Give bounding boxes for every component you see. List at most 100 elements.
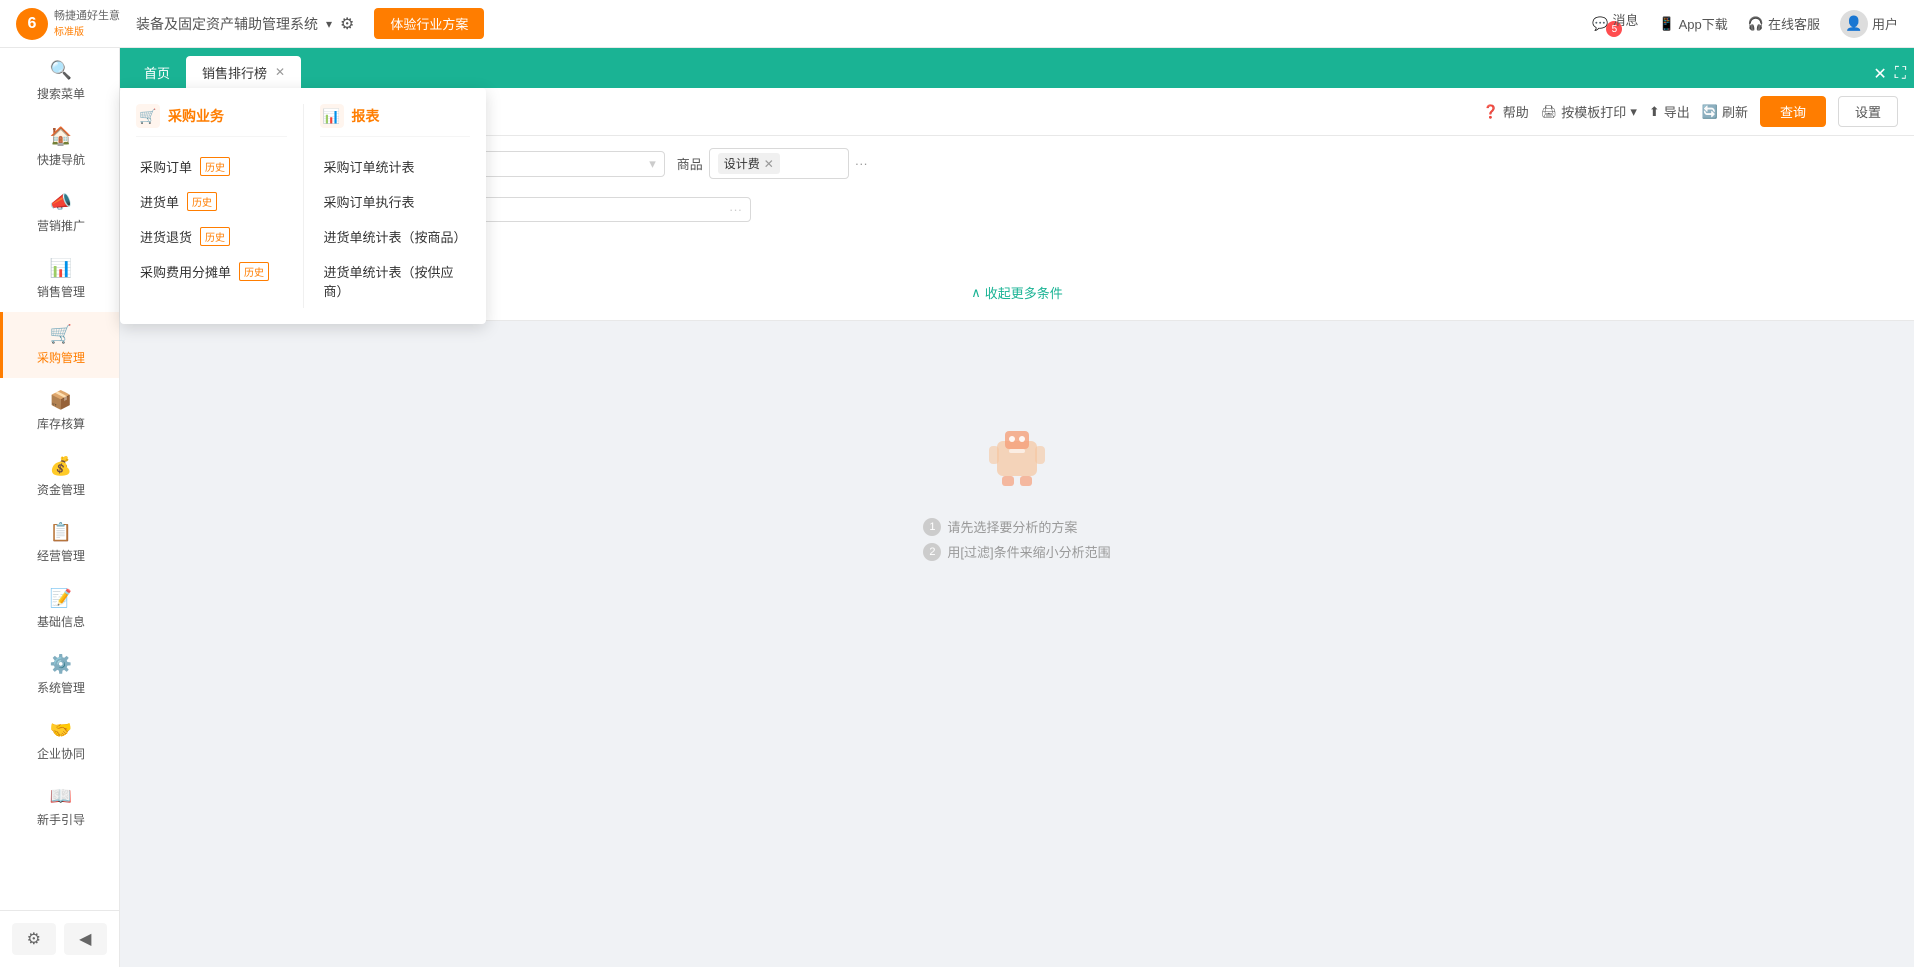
goods-input[interactable]: 设计费 ✕ [709, 148, 849, 179]
logo-text: 畅捷通好生意 [54, 9, 120, 23]
goods-more-btn[interactable]: ··· [855, 156, 868, 171]
sidebar-label-basic: 基础信息 [37, 613, 85, 630]
message-action[interactable]: 💬 消息 5 [1592, 10, 1638, 37]
sidebar-label-inventory: 库存核算 [37, 415, 85, 432]
dropdown-item-stock-return[interactable]: 进货退货 历史 [136, 219, 287, 254]
system-icon: ⚙️ [50, 654, 72, 675]
finance-icon: 💰 [50, 456, 72, 477]
collapse-label: 收起更多条件 [985, 283, 1063, 302]
po-exec-label: 采购订单执行表 [324, 192, 415, 211]
dropdown-purchase-header: 🛒 采购业务 [136, 104, 287, 137]
tab-sales-rank[interactable]: 销售排行榜 ✕ [186, 56, 301, 88]
header-right: 💬 消息 5 📱 App下载 🎧 在线客服 👤 用户 [1592, 10, 1898, 38]
sidebar-collapse-btn[interactable]: ◀ [64, 923, 108, 955]
history-badge-2: 历史 [200, 227, 230, 246]
print-arrow[interactable]: ▾ [1630, 104, 1637, 120]
print-btn[interactable]: 🖨 按模板打印 ▾ [1541, 102, 1637, 121]
purchase-col-title: 采购业务 [168, 106, 224, 126]
headset-icon: 🎧 [1748, 16, 1764, 32]
doc-status-select[interactable]: ▾ [465, 151, 665, 177]
salesman-more: ··· [729, 202, 742, 217]
sidebar-label-purchase: 采购管理 [37, 349, 85, 366]
purchase-icon: 🛒 [50, 324, 72, 345]
goods-label: 商品 [677, 154, 703, 173]
help-icon: ❓ [1483, 104, 1499, 120]
dropdown-report-col: 📊 报表 采购订单统计表 采购订单执行表 进货单统计表（按商品） 进货单统计表（… [303, 104, 487, 308]
dropdown-item-si-by-goods[interactable]: 进货单统计表（按商品） [320, 219, 471, 254]
inventory-icon: 📦 [50, 390, 72, 411]
cost-split-label: 采购费用分摊单 [140, 262, 231, 281]
marketing-icon: 📣 [50, 192, 72, 213]
sidebar-settings-btn[interactable]: ⚙ [12, 923, 56, 955]
tab-fullscreen-btn[interactable]: ⛶ [1895, 65, 1906, 83]
sidebar-item-system[interactable]: ⚙️ 系统管理 [0, 642, 119, 708]
empty-state: 1 请先选择要分析的方案 2 用[过滤]条件来缩小分析范围 [120, 321, 1914, 641]
collapse-btn[interactable]: ∧ 收起更多条件 [971, 277, 1063, 308]
refresh-icon: 🔄 [1702, 104, 1718, 120]
history-badge-1: 历史 [187, 192, 217, 211]
sidebar: 🔍 搜索菜单 🏠 快捷导航 📣 营销推广 📊 销售管理 🛒 采购管理 📦 库存核… [0, 48, 120, 967]
help-btn[interactable]: ❓ 帮助 [1483, 102, 1529, 121]
sidebar-label-guide: 新手引导 [37, 811, 85, 828]
dropdown-report-header: 📊 报表 [320, 104, 471, 137]
salesman-select[interactable]: ··· [451, 197, 751, 222]
sidebar-item-sales[interactable]: 📊 销售管理 [0, 246, 119, 312]
system-title-text: 装备及固定资产辅助管理系统 [136, 14, 318, 34]
tab-bar: 首页 销售排行榜 ✕ ✕ ⛶ [120, 48, 1914, 88]
sidebar-item-guide[interactable]: 📖 新手引导 [0, 774, 119, 840]
sidebar-label-operations: 经营管理 [37, 547, 85, 564]
basic-icon: 📝 [50, 588, 72, 609]
settings-icon[interactable]: ⚙ [340, 14, 354, 34]
sidebar-item-basic[interactable]: 📝 基础信息 [0, 576, 119, 642]
industry-btn[interactable]: 体验行业方案 [374, 8, 484, 39]
export-icon: ⬆ [1649, 104, 1660, 120]
dropdown-item-si-by-supplier[interactable]: 进货单统计表（按供应商） [320, 254, 471, 308]
logo-badge: 标准版 [54, 23, 120, 38]
enterprise-icon: 🤝 [50, 720, 72, 741]
query-btn[interactable]: 查询 [1760, 96, 1826, 127]
tab-home[interactable]: 首页 [128, 56, 186, 88]
dropdown-item-stock-in[interactable]: 进货单 历史 [136, 184, 287, 219]
sidebar-item-nav[interactable]: 🏠 快捷导航 [0, 114, 119, 180]
toolbar-right: ❓ 帮助 🖨 按模板打印 ▾ ⬆ 导出 🔄 刷新 查询 设置 [1483, 96, 1898, 127]
sidebar-item-search[interactable]: 🔍 搜索菜单 [0, 48, 119, 114]
gear-icon: ⚙ [27, 929, 41, 949]
app-download-action[interactable]: 📱 App下载 [1658, 14, 1727, 33]
collapse-up-icon: ∧ [971, 285, 981, 301]
sidebar-item-purchase[interactable]: 🛒 采购管理 [0, 312, 119, 378]
sales-icon: 📊 [50, 258, 72, 279]
online-service-action[interactable]: 🎧 在线客服 [1748, 14, 1820, 33]
dropdown-item-po-stats[interactable]: 采购订单统计表 [320, 149, 471, 184]
export-label: 导出 [1664, 102, 1690, 121]
dropdown-popup: 🛒 采购业务 采购订单 历史 进货单 历史 进货退货 历史 采购费用分摊单 历史… [120, 88, 486, 324]
export-btn[interactable]: ⬆ 导出 [1649, 102, 1690, 121]
tab-close-icon[interactable]: ✕ [275, 65, 285, 79]
sidebar-item-inventory[interactable]: 📦 库存核算 [0, 378, 119, 444]
tab-close-all-btn[interactable]: ✕ [1873, 64, 1886, 84]
sidebar-item-finance[interactable]: 💰 资金管理 [0, 444, 119, 510]
tab-home-label: 首页 [144, 63, 170, 82]
guide-icon: 📖 [50, 786, 72, 807]
user-action[interactable]: 👤 用户 [1840, 10, 1898, 38]
dropdown-item-cost-split[interactable]: 采购费用分摊单 历史 [136, 254, 287, 289]
tab-active-label: 销售排行榜 [202, 63, 267, 82]
user-label: 用户 [1872, 14, 1898, 33]
title-dropdown-arrow[interactable]: ▾ [326, 17, 332, 31]
tip-num-2: 2 [923, 543, 941, 561]
sidebar-label-nav: 快捷导航 [37, 151, 85, 168]
sidebar-item-marketing[interactable]: 📣 营销推广 [0, 180, 119, 246]
sidebar-label-sales: 销售管理 [37, 283, 85, 300]
goods-tag-close[interactable]: ✕ [764, 157, 774, 171]
dropdown-item-po-exec[interactable]: 采购订单执行表 [320, 184, 471, 219]
settings-btn[interactable]: 设置 [1838, 96, 1898, 127]
sidebar-label-enterprise: 企业协同 [37, 745, 85, 762]
dropdown-purchase-col: 🛒 采购业务 采购订单 历史 进货单 历史 进货退货 历史 采购费用分摊单 历史 [120, 104, 303, 308]
operations-icon: 📋 [50, 522, 72, 543]
sidebar-bottom: ⚙ ◀ [0, 910, 119, 967]
refresh-btn[interactable]: 🔄 刷新 [1702, 102, 1748, 121]
top-header: 6 畅捷通好生意 标准版 装备及固定资产辅助管理系统 ▾ ⚙ 体验行业方案 💬 … [0, 0, 1914, 48]
sidebar-item-operations[interactable]: 📋 经营管理 [0, 510, 119, 576]
stock-in-label: 进货单 [140, 192, 179, 211]
sidebar-item-enterprise[interactable]: 🤝 企业协同 [0, 708, 119, 774]
dropdown-item-purchase-order[interactable]: 采购订单 历史 [136, 149, 287, 184]
